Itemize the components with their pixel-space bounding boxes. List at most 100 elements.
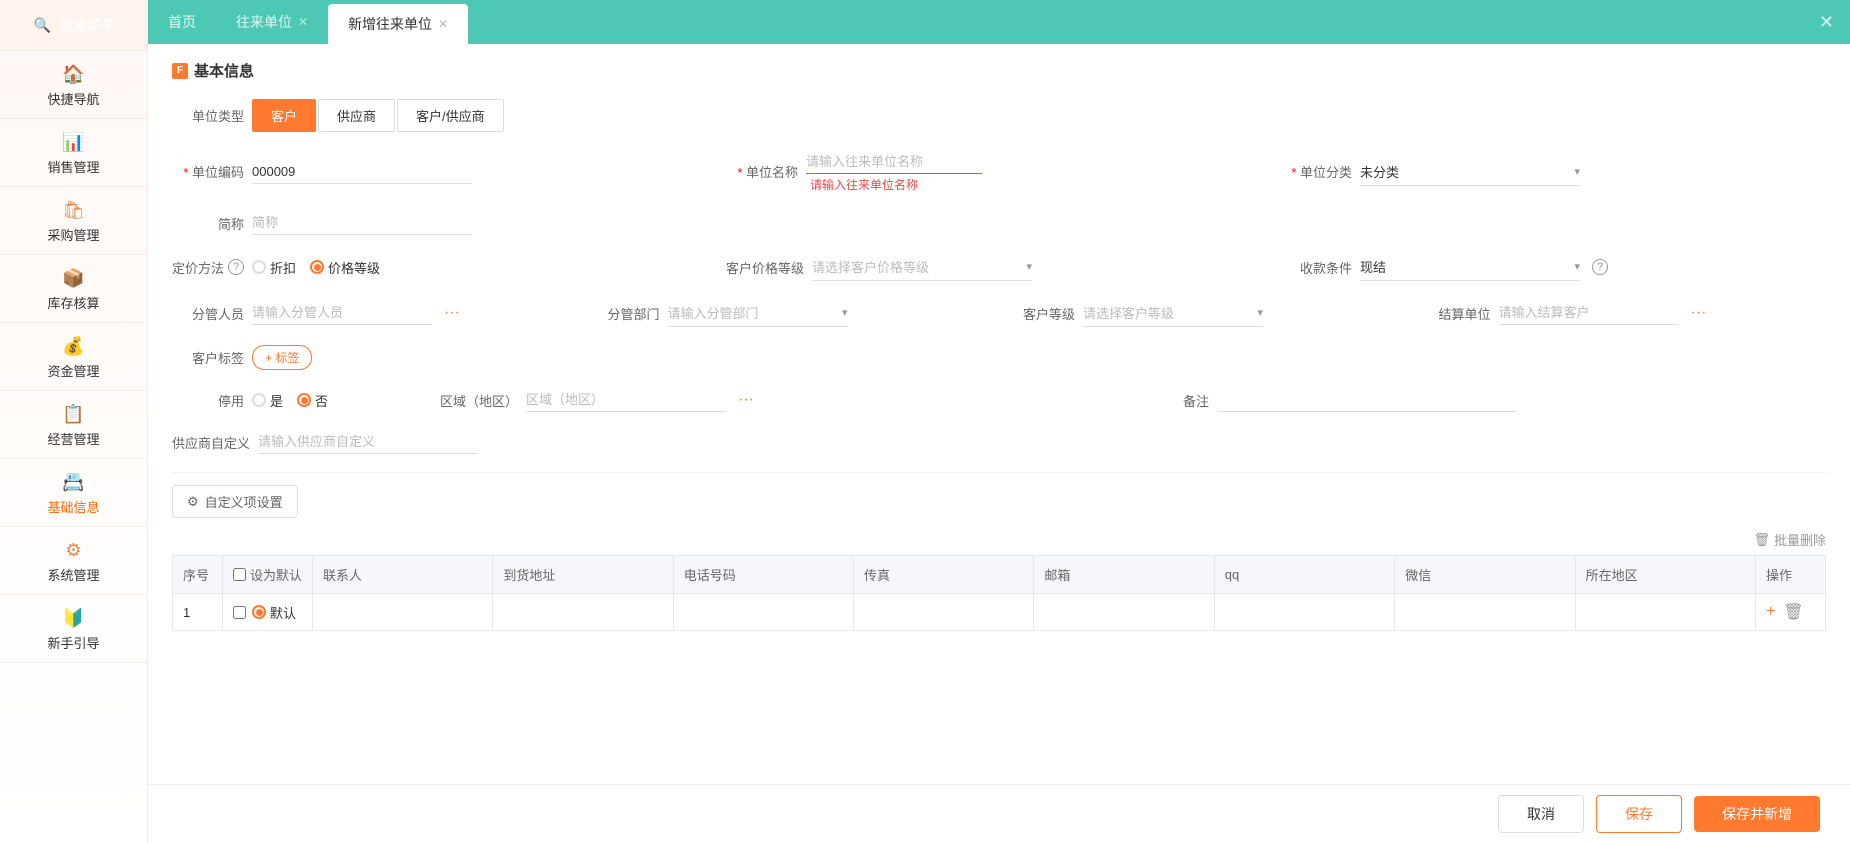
phone-input[interactable]	[684, 605, 843, 620]
unit-code-field: 单位编码	[172, 160, 718, 184]
settlement-more-btn[interactable]: ···	[1687, 304, 1711, 322]
tab-new-partner-close[interactable]: ✕	[438, 17, 448, 31]
unit-type-field: 单位类型 客户 供应商 客户/供应商	[172, 99, 504, 132]
customer-level-chevron: ▾	[1257, 306, 1263, 319]
sidebar-item-sales[interactable]: 📊 销售管理	[0, 119, 147, 187]
save-button[interactable]: 保存	[1596, 795, 1682, 833]
tag-row: 客户标签 + 标签	[172, 345, 1826, 370]
payment-terms-help-icon[interactable]: ?	[1592, 259, 1608, 275]
short-name-input[interactable]	[252, 211, 472, 235]
add-tag-button[interactable]: + 标签	[252, 345, 312, 370]
sidebar-item-inventory[interactable]: 📦 库存核算	[0, 255, 147, 323]
type-btn-customer[interactable]: 客户	[252, 99, 316, 132]
batch-delete-button[interactable]: 🗑 批量删除	[1753, 530, 1826, 549]
cell-qq[interactable]	[1214, 594, 1395, 631]
unit-category-field: 单位分类 未分类 ▾	[1280, 158, 1826, 186]
cancel-button[interactable]: 取消	[1498, 795, 1584, 833]
contact-input[interactable]	[323, 605, 482, 620]
search-icon: 🔍	[32, 14, 54, 36]
sidebar-label-quick-nav: 快捷导航	[47, 89, 99, 108]
fax-input[interactable]	[864, 605, 1023, 620]
dept-select[interactable]: 请输入分管部门 ▾	[668, 299, 848, 327]
cell-phone[interactable]	[673, 594, 853, 631]
unit-code-input[interactable]	[252, 160, 472, 184]
sidebar-item-operations[interactable]: 📋 经营管理	[0, 391, 147, 459]
radio-no-circle	[297, 393, 311, 407]
tab-new-partner-label: 新增往来单位	[348, 14, 432, 34]
row-default-label: 默认	[270, 603, 296, 622]
tab-partner-list[interactable]: 往来单位 ✕	[216, 0, 328, 44]
main-area: 首页 往来单位 ✕ 新增往来单位 ✕ ✕ F 基本信息 单位类型 客户 供应商 …	[148, 0, 1850, 843]
row-delete-button[interactable]: 🗑	[1783, 602, 1803, 622]
manager-input[interactable]	[252, 301, 432, 325]
sidebar-item-basic[interactable]: 📇 基础信息	[0, 459, 147, 527]
sidebar-label-operations: 经营管理	[47, 429, 99, 448]
home-icon: 🏠	[63, 63, 85, 85]
dept-chevron: ▾	[842, 306, 848, 319]
manager-row: 分管人员 ··· 分管部门 请输入分管部门 ▾ 客户等级 请选择客户等级 ▾ 结…	[172, 299, 1826, 327]
cell-email[interactable]	[1034, 594, 1214, 631]
tab-new-partner[interactable]: 新增往来单位 ✕	[328, 4, 468, 44]
sidebar-item-finance[interactable]: 💰 资金管理	[0, 323, 147, 391]
sidebar-label-finance: 资金管理	[47, 361, 99, 380]
cell-region[interactable]	[1575, 594, 1755, 631]
email-input[interactable]	[1044, 605, 1203, 620]
price-level-select[interactable]: 请选择客户价格等级 ▾	[812, 253, 1032, 281]
disabled-radio-yes[interactable]: 是	[252, 391, 283, 410]
select-all-checkbox[interactable]	[233, 568, 246, 581]
type-btn-supplier[interactable]: 供应商	[318, 99, 395, 132]
price-level-label: 客户价格等级	[726, 258, 804, 277]
disabled-radio-no[interactable]: 否	[297, 391, 328, 410]
remark-input[interactable]	[1217, 388, 1517, 412]
payment-terms-select[interactable]: 现结 ▾	[1360, 253, 1580, 281]
pricing-help-icon[interactable]: ?	[228, 259, 244, 275]
settlement-input[interactable]	[1499, 301, 1679, 325]
region-cell-input[interactable]	[1586, 605, 1745, 620]
row-checkbox[interactable]	[233, 606, 246, 619]
col-default: 设为默认	[223, 556, 313, 594]
sidebar-item-system[interactable]: ⚙ 系统管理	[0, 527, 147, 595]
pricing-radio-discount[interactable]: 折扣	[252, 258, 296, 277]
customer-level-select[interactable]: 请选择客户等级 ▾	[1083, 299, 1263, 327]
contact-table: 序号 设为默认 联系人 到货地址 电话号码 传真 邮箱 qq 微信 所在地区	[172, 555, 1826, 631]
type-btn-both[interactable]: 客户/供应商	[397, 99, 504, 132]
payment-terms-chevron: ▾	[1574, 260, 1580, 273]
cell-wechat[interactable]	[1395, 594, 1575, 631]
remark-field: 备注	[1137, 388, 1826, 412]
row-add-button[interactable]: +	[1766, 603, 1775, 621]
custom-settings-button[interactable]: ⚙ 自定义项设置	[172, 485, 298, 518]
region-more-btn[interactable]: ···	[734, 391, 758, 409]
cell-address[interactable]	[493, 594, 673, 631]
wechat-input[interactable]	[1405, 605, 1564, 620]
sidebar-item-purchase[interactable]: 🛍 采购管理	[0, 187, 147, 255]
sidebar-item-quick-nav[interactable]: 🏠 快捷导航	[0, 51, 147, 119]
unit-category-select[interactable]: 未分类 ▾	[1360, 158, 1580, 186]
section-basic-info: F 基本信息	[172, 60, 1826, 81]
tab-home[interactable]: 首页	[148, 0, 216, 44]
region-input[interactable]	[526, 388, 726, 412]
cell-contact[interactable]	[313, 594, 493, 631]
radio-discount-circle	[252, 260, 266, 274]
sidebar-search-item[interactable]: 🔍 搜索菜单	[0, 0, 147, 51]
cell-action: + 🗑	[1756, 594, 1826, 631]
sales-icon: 📊	[63, 131, 85, 153]
footer: 取消 保存 保存并新增	[148, 784, 1850, 843]
cell-fax[interactable]	[854, 594, 1034, 631]
window-close-button[interactable]: ✕	[1803, 0, 1850, 44]
manager-more-btn[interactable]: ···	[440, 304, 464, 322]
cell-default: 默认	[223, 594, 313, 631]
supplier-custom-input[interactable]	[258, 430, 478, 454]
address-input[interactable]	[503, 605, 662, 620]
qq-input[interactable]	[1225, 605, 1385, 620]
basic-icon: 📇	[63, 471, 85, 493]
row-default-radio[interactable]: 默认	[252, 603, 296, 622]
section-icon: F	[172, 63, 188, 79]
pricing-radio-level[interactable]: 价格等级	[310, 258, 380, 277]
section-title-label: 基本信息	[194, 60, 254, 81]
unit-name-input[interactable]	[806, 150, 982, 174]
dept-field: 分管部门 请输入分管部门 ▾	[588, 299, 996, 327]
sidebar-item-guide[interactable]: 🔰 新手引导	[0, 595, 147, 663]
table-header-row: 序号 设为默认 联系人 到货地址 电话号码 传真 邮箱 qq 微信 所在地区	[173, 556, 1826, 594]
tab-partner-list-close[interactable]: ✕	[298, 15, 308, 29]
save-new-button[interactable]: 保存并新增	[1694, 796, 1820, 832]
